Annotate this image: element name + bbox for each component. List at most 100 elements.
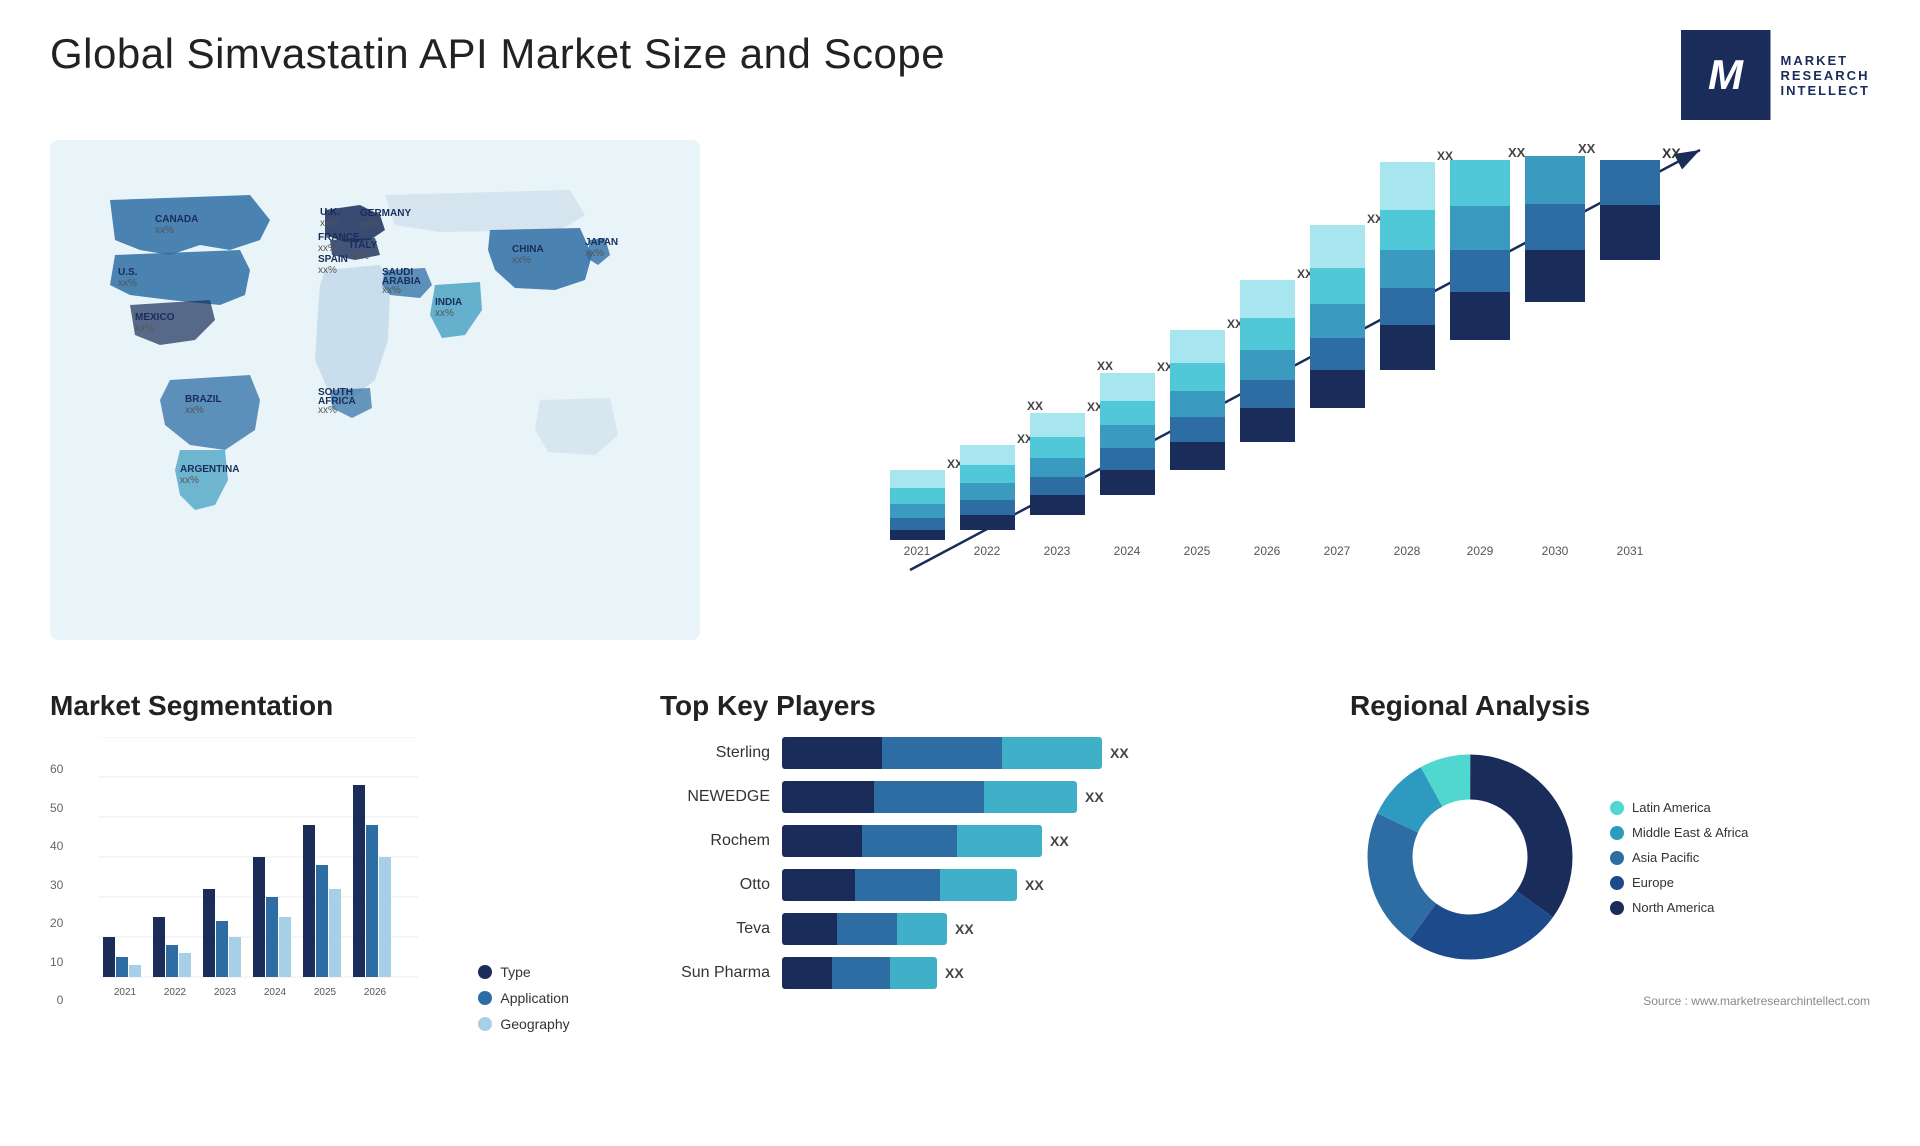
seg-bars-svg: 2021 2022 2023 (98, 737, 448, 1027)
regional-title: Regional Analysis (1350, 690, 1870, 722)
svg-text:2021: 2021 (904, 544, 931, 558)
logo-line3: INTELLECT (1781, 83, 1871, 98)
player-row-newedge: NEWEDGE XX (660, 781, 1320, 813)
svg-text:2022: 2022 (974, 544, 1001, 558)
players-list: Sterling XX NEWEDGE (660, 737, 1320, 989)
uk-label: U.K. (320, 207, 340, 218)
player-xx-sunpharma: XX (945, 965, 964, 981)
legend-application-label: Application (500, 990, 569, 1006)
dot-asia-pacific (1610, 851, 1624, 865)
svg-text:2027: 2027 (1324, 544, 1351, 558)
spain-label: SPAIN (318, 254, 348, 265)
argentina-label: ARGENTINA (180, 464, 239, 475)
svg-text:2021: 2021 (114, 987, 137, 998)
player-bar-wrap-rochem: XX (782, 825, 1320, 857)
label-mea: Middle East & Africa (1632, 825, 1748, 840)
svg-text:2024: 2024 (1114, 544, 1141, 558)
legend-geography-label: Geography (500, 1016, 569, 1032)
svg-text:2026: 2026 (364, 987, 387, 998)
bar-seg1 (782, 737, 882, 769)
legend-mea: Middle East & Africa (1610, 825, 1748, 840)
bar-seg3 (984, 781, 1077, 813)
svg-text:2024: 2024 (264, 987, 287, 998)
donut-area: Latin America Middle East & Africa Asia … (1350, 737, 1870, 977)
growth-chart-container: 2021 XX 2022 XX (750, 140, 1870, 620)
safrica-value: xx% (318, 405, 337, 416)
svg-text:2023: 2023 (1044, 544, 1071, 558)
legend-type-label: Type (500, 964, 530, 980)
bar-seg2 (855, 869, 940, 901)
player-name-teva: Teva (660, 920, 770, 938)
player-name-sterling: Sterling (660, 744, 770, 762)
bar-seg3 (890, 957, 937, 989)
svg-text:XX: XX (1508, 145, 1526, 160)
regional-section: Regional Analysis (1350, 690, 1870, 1010)
bar-seg1 (782, 957, 832, 989)
map-section: CANADA xx% U.S. xx% MEXICO xx% BRAZIL xx… (50, 140, 700, 660)
donut-chart-svg (1350, 737, 1590, 977)
bar-seg2 (832, 957, 890, 989)
dot-north-america (1610, 901, 1624, 915)
source-row: Source : www.marketresearchintellect.com (1350, 992, 1870, 1010)
china-label: CHINA (512, 244, 544, 255)
svg-text:XX: XX (1097, 359, 1113, 373)
main-content: CANADA xx% U.S. xx% MEXICO xx% BRAZIL xx… (50, 140, 1870, 1032)
source-text: Source : www.marketresearchintellect.com (1643, 994, 1870, 1008)
dot-latin-america (1610, 801, 1624, 815)
label-asia-pacific: Asia Pacific (1632, 850, 1699, 865)
us-label: U.S. (118, 267, 138, 278)
seg-chart-area: 60 50 40 30 20 10 0 (50, 737, 630, 1032)
page-title: Global Simvastatin API Market Size and S… (50, 30, 945, 78)
donut-hole (1418, 805, 1522, 909)
mexico-label: MEXICO (135, 312, 175, 323)
svg-text:2028: 2028 (1394, 544, 1421, 558)
brazil-value: xx% (185, 405, 204, 416)
saudi-value: xx% (382, 285, 401, 296)
player-bar-wrap-sterling: XX (782, 737, 1320, 769)
svg-text:2029: 2029 (1467, 544, 1494, 558)
label-latin-america: Latin America (1632, 800, 1711, 815)
growth-bar-chart: 2021 XX 2022 XX (750, 140, 1870, 620)
bar-seg1 (782, 825, 862, 857)
logo-letter: M (1708, 51, 1743, 99)
seg-legend: Type Application Geography (478, 954, 569, 1032)
player-xx-sterling: XX (1110, 745, 1129, 761)
france-value: xx% (318, 243, 337, 254)
player-bar-sterling (782, 737, 1102, 769)
svg-text:2022: 2022 (164, 987, 187, 998)
header-row: Global Simvastatin API Market Size and S… (50, 30, 1870, 120)
japan-label: JAPAN (585, 237, 618, 248)
legend-latin-america: Latin America (1610, 800, 1748, 815)
bar-seg2 (862, 825, 957, 857)
segmentation-title: Market Segmentation (50, 690, 630, 722)
player-bar-teva (782, 913, 947, 945)
legend-europe: Europe (1610, 875, 1748, 890)
bar-seg2 (882, 737, 1002, 769)
legend-application: Application (478, 990, 569, 1006)
player-xx-otto: XX (1025, 877, 1044, 893)
dot-mea (1610, 826, 1624, 840)
bar-seg3 (957, 825, 1042, 857)
legend-geography: Geography (478, 1016, 569, 1032)
seg-y-axis: 60 50 40 30 20 10 0 (50, 762, 68, 1032)
bar-seg3 (1002, 737, 1102, 769)
dot-europe (1610, 876, 1624, 890)
bottom-sections: Market Segmentation 60 50 40 30 20 10 0 (50, 690, 1870, 1032)
label-north-america: North America (1632, 900, 1714, 915)
svg-text:2031: 2031 (1617, 544, 1644, 558)
bar-seg2 (837, 913, 897, 945)
svg-text:2025: 2025 (314, 987, 337, 998)
canada-label: CANADA (155, 214, 198, 225)
page-wrapper: Global Simvastatin API Market Size and S… (0, 0, 1920, 1146)
logo-line1: MARKET (1781, 53, 1871, 68)
player-row-sunpharma: Sun Pharma XX (660, 957, 1320, 989)
player-name-rochem: Rochem (660, 832, 770, 850)
legend-asia-pacific: Asia Pacific (1610, 850, 1748, 865)
germany-label: GERMANY (360, 208, 411, 219)
player-bar-wrap-newedge: XX (782, 781, 1320, 813)
india-label: INDIA (435, 297, 462, 308)
player-bar-rochem (782, 825, 1042, 857)
player-bar-sunpharma (782, 957, 937, 989)
logo-text: MARKET RESEARCH INTELLECT (1781, 53, 1871, 98)
player-name-sunpharma: Sun Pharma (660, 964, 770, 982)
